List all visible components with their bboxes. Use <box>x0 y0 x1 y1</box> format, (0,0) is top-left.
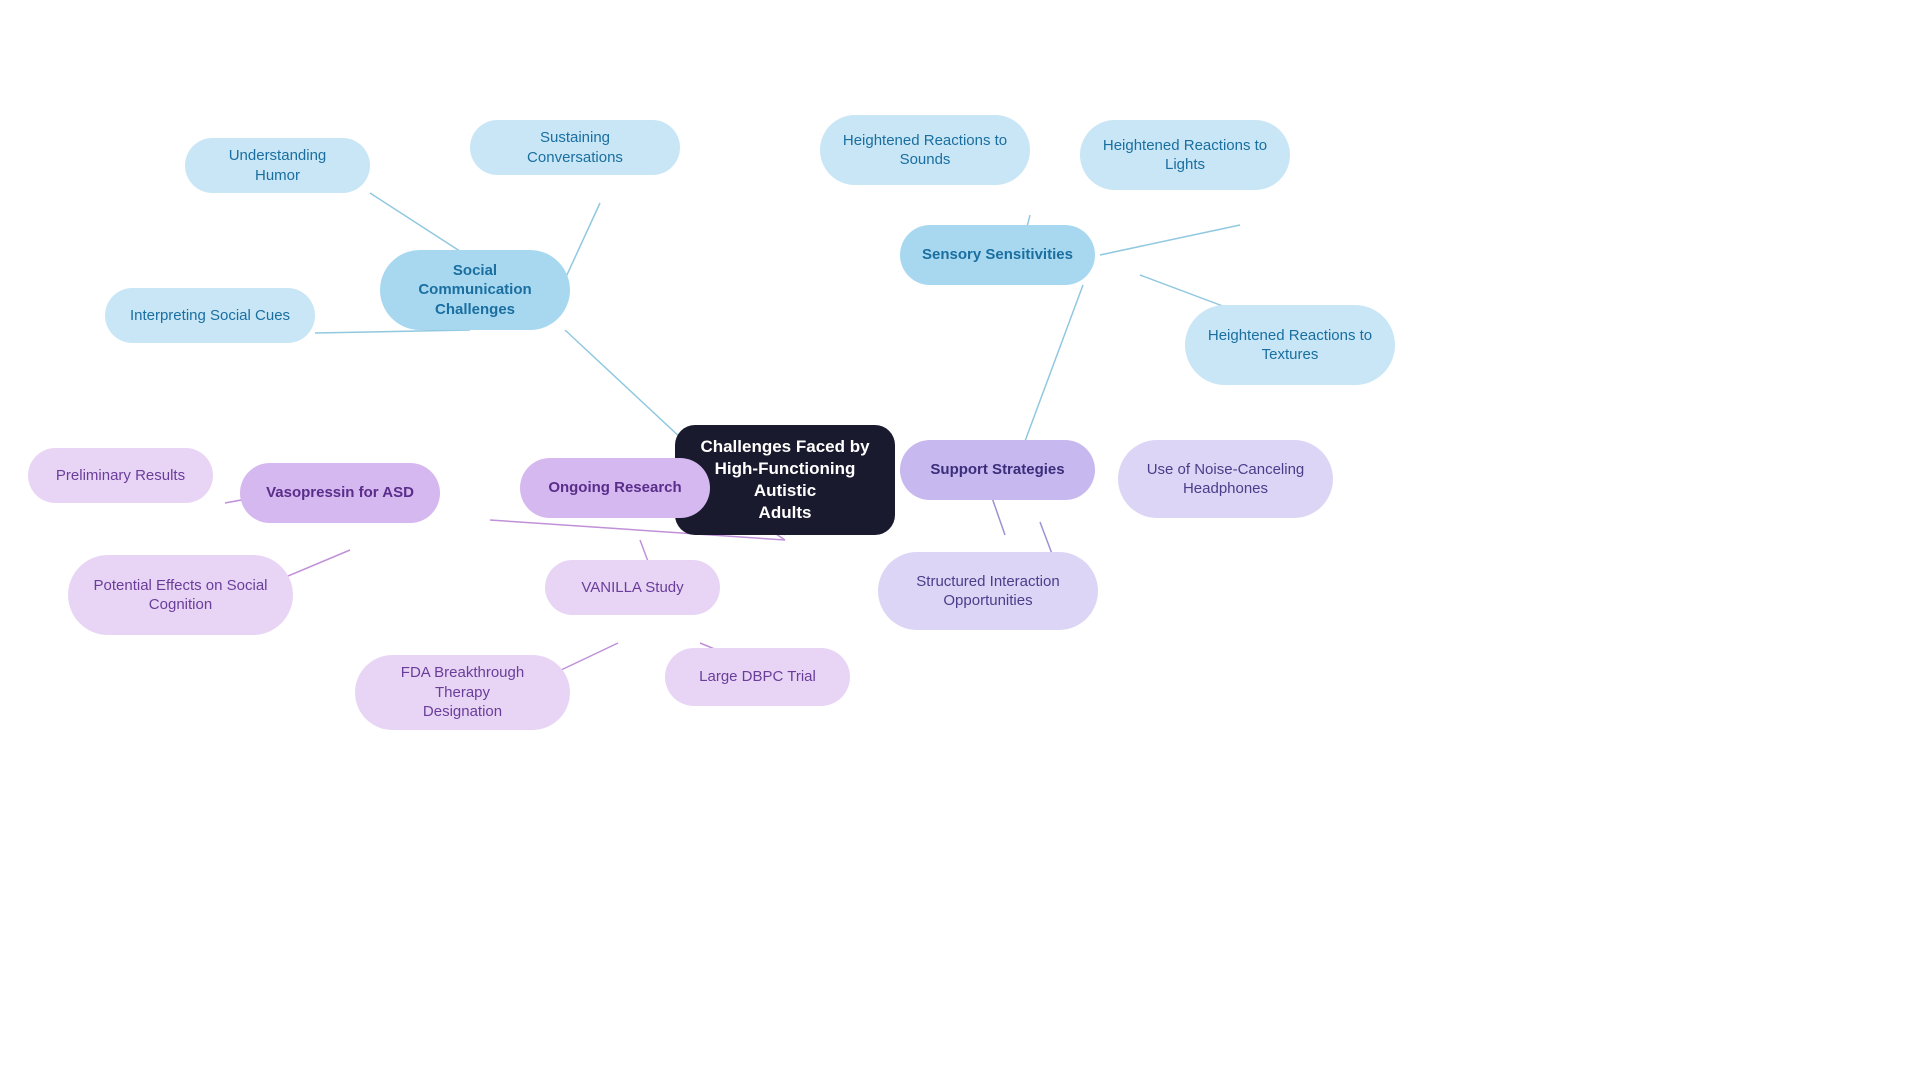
vasopressin-node: Vasopressin for ASD <box>240 463 440 523</box>
lights-node: Heightened Reactions to Lights <box>1080 120 1290 190</box>
large-dbpc-node: Large DBPC Trial <box>665 648 850 706</box>
structured-node: Structured Interaction Opportunities <box>878 552 1098 630</box>
noise-cancel-node: Use of Noise-Canceling Headphones <box>1118 440 1333 518</box>
social-comm-node: Social Communication Challenges <box>380 250 570 330</box>
sensory-node: Sensory Sensitivities <box>900 225 1095 285</box>
potential-effects-node: Potential Effects on Social Cognition <box>68 555 293 635</box>
sounds-node: Heightened Reactions to Sounds <box>820 115 1030 185</box>
fda-node: FDA Breakthrough Therapy Designation <box>355 655 570 730</box>
vanilla-study-node: VANILLA Study <box>545 560 720 615</box>
interpreting-cues-node: Interpreting Social Cues <box>105 288 315 343</box>
support-node: Support Strategies <box>900 440 1095 500</box>
understanding-humor-node: Understanding Humor <box>185 138 370 193</box>
textures-node: Heightened Reactions to Textures <box>1185 305 1395 385</box>
preliminary-node: Preliminary Results <box>28 448 213 503</box>
ongoing-research-node: Ongoing Research <box>520 458 710 518</box>
sustaining-conv-node: Sustaining Conversations <box>470 120 680 175</box>
